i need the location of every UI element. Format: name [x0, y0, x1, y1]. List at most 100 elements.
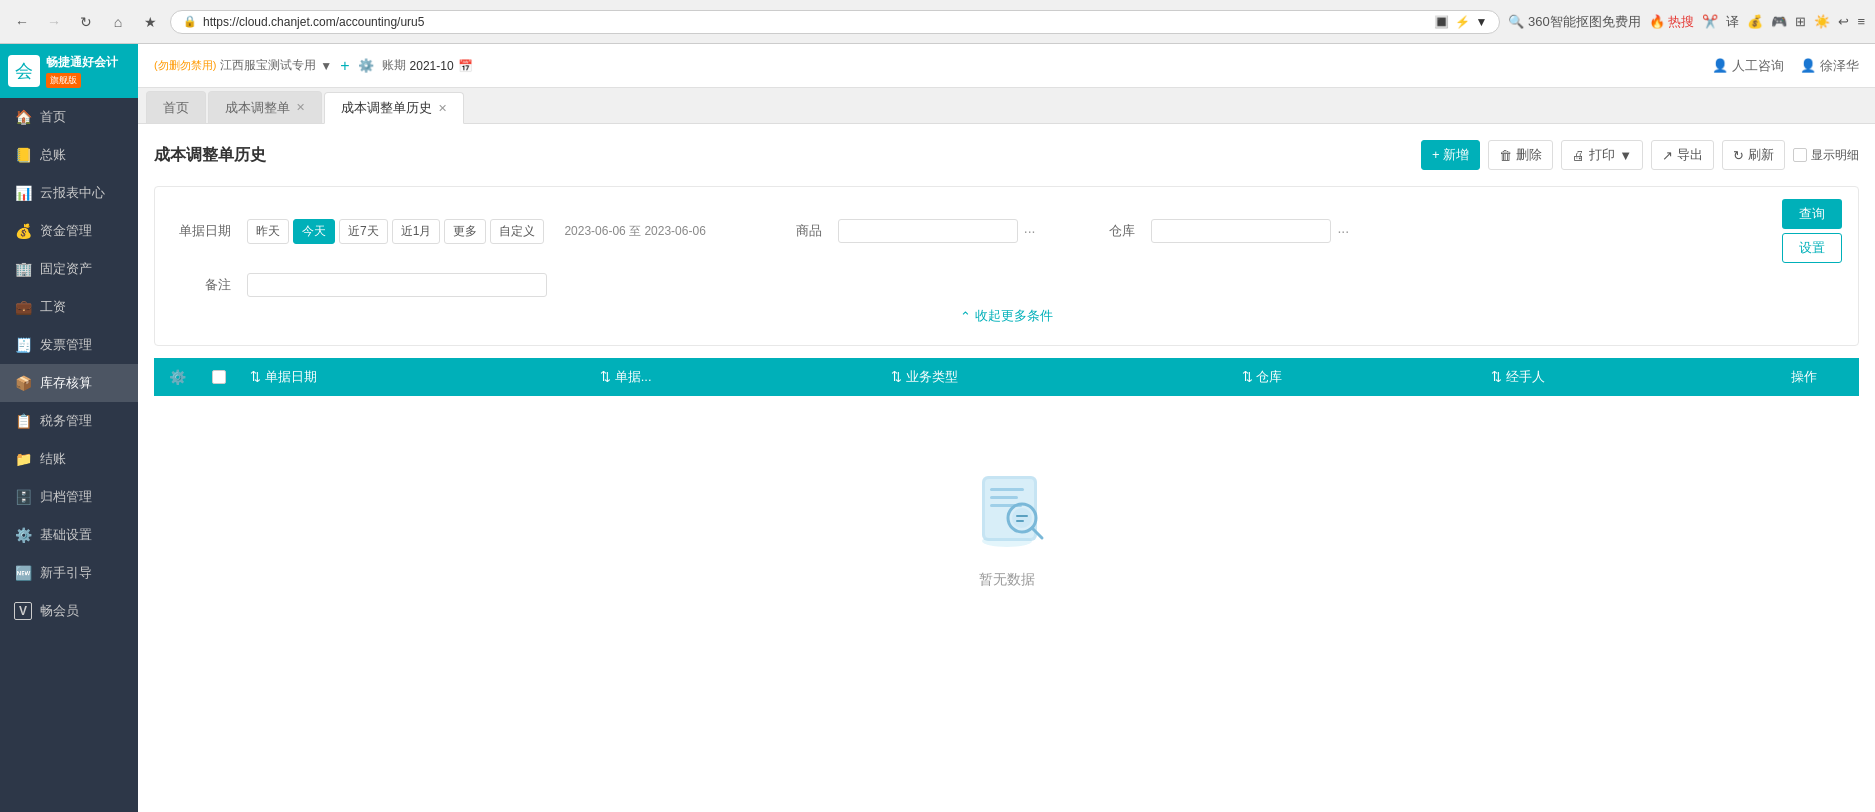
company-selector[interactable]: (勿删勿禁用) 江西服宝测试专用 ▼ — [154, 57, 332, 74]
tab-label: 成本调整单 — [225, 99, 290, 117]
url-bar[interactable]: 🔒 https://cloud.chanjet.com/accounting/u… — [170, 10, 1500, 34]
sidebar-item-ledger[interactable]: 📒 总账 — [0, 136, 138, 174]
ledger-icon: 📒 — [14, 147, 32, 163]
sidebar-item-accounts[interactable]: 📁 结账 — [0, 440, 138, 478]
query-btn[interactable]: 查询 — [1782, 199, 1842, 229]
print-btn[interactable]: 🖨 打印 ▼ — [1561, 140, 1643, 170]
undo-tool[interactable]: ↩ — [1838, 14, 1849, 29]
user-info[interactable]: 👤 徐泽华 — [1800, 57, 1859, 75]
select-all-checkbox[interactable] — [212, 370, 226, 384]
sidebar-item-guide[interactable]: 🆕 新手引导 — [0, 554, 138, 592]
th-type: ⇅ 业务类型 — [879, 358, 1229, 396]
today-btn[interactable]: 今天 — [293, 219, 335, 244]
sidebar-item-label: 库存核算 — [40, 374, 92, 392]
settings-gear-icon[interactable]: ⚙️ — [358, 58, 374, 73]
collapse-up-icon: ⌃ — [960, 309, 971, 324]
goods-input[interactable] — [838, 219, 1018, 243]
delete-btn[interactable]: 🗑 删除 — [1488, 140, 1553, 170]
sidebar-item-settings[interactable]: ⚙️ 基础设置 — [0, 516, 138, 554]
main-content: (勿删勿禁用) 江西服宝测试专用 ▼ + ⚙️ 账期 2021-10 📅 👤 人… — [138, 44, 1875, 812]
column-settings-icon[interactable]: ⚙️ — [166, 366, 188, 388]
empty-illustration — [957, 456, 1057, 559]
company-dropdown-icon: ▼ — [320, 59, 332, 73]
wallet-tool[interactable]: 💰 — [1747, 14, 1763, 29]
member-icon: V — [14, 602, 32, 620]
export-btn[interactable]: ↗ 导出 — [1651, 140, 1714, 170]
sidebar-item-funds[interactable]: 💰 资金管理 — [0, 212, 138, 250]
goods-more-btn[interactable]: ··· — [1020, 223, 1040, 239]
7days-btn[interactable]: 近7天 — [339, 219, 388, 244]
game-tool[interactable]: 🎮 — [1771, 14, 1787, 29]
sidebar-item-invoices[interactable]: 🧾 发票管理 — [0, 326, 138, 364]
setup-btn[interactable]: 设置 — [1782, 233, 1842, 263]
reload-btn[interactable]: ↻ — [74, 10, 98, 34]
hot-search[interactable]: 🔥 热搜 — [1649, 13, 1695, 31]
tab-close-btn[interactable]: ✕ — [296, 101, 305, 114]
more-btn[interactable]: 更多 — [444, 219, 486, 244]
svg-rect-4 — [990, 496, 1018, 499]
empty-text: 暂无数据 — [979, 571, 1035, 589]
sidebar-item-home[interactable]: 🏠 首页 — [0, 98, 138, 136]
sidebar-item-member[interactable]: V 畅会员 — [0, 592, 138, 630]
add-company-btn[interactable]: + — [340, 57, 349, 75]
back-btn[interactable]: ← — [10, 10, 34, 34]
warehouse-input[interactable] — [1151, 219, 1331, 243]
sidebar-item-archive[interactable]: 🗄️ 归档管理 — [0, 478, 138, 516]
period-label: 账期 — [382, 57, 406, 74]
collapse-section: ⌃ 收起更多条件 — [171, 307, 1842, 325]
th-checkbox — [200, 358, 238, 396]
th-handler-label: ⇅ 经手人 — [1491, 369, 1545, 384]
dropdown-icon: 🔳 — [1434, 15, 1449, 29]
sidebar-item-label: 首页 — [40, 108, 66, 126]
th-warehouse: ⇅ 仓库 — [1230, 358, 1480, 396]
guide-icon: 🆕 — [14, 565, 32, 581]
checkbox-all[interactable] — [212, 370, 226, 384]
custom-btn[interactable]: 自定义 — [490, 219, 544, 244]
warehouse-more-btn[interactable]: ··· — [1333, 223, 1353, 239]
tab-cost-adjust-history[interactable]: 成本调整单历史 ✕ — [324, 92, 464, 124]
apps-tool[interactable]: ⊞ — [1795, 14, 1806, 29]
tab-cost-adjust[interactable]: 成本调整单 ✕ — [208, 91, 322, 123]
svg-rect-3 — [990, 488, 1024, 491]
theme-tool[interactable]: ☀️ — [1814, 14, 1830, 29]
translate-tool[interactable]: 译 — [1726, 13, 1739, 31]
sidebar-item-fixed-assets[interactable]: 🏢 固定资产 — [0, 250, 138, 288]
app-wrapper: 会 畅捷通好会计 旗舰版 🏠 首页 📒 总账 📊 云报表中心 — [0, 44, 1875, 812]
export-icon: ↗ — [1662, 148, 1673, 163]
sidebar-item-salary[interactable]: 💼 工资 — [0, 288, 138, 326]
home-btn[interactable]: ⌂ — [106, 10, 130, 34]
scissors-tool[interactable]: ✂️ — [1702, 14, 1718, 29]
new-btn[interactable]: + 新增 — [1421, 140, 1480, 170]
refresh-label: 刷新 — [1748, 146, 1774, 164]
sidebar-item-label: 结账 — [40, 450, 66, 468]
consult-btn[interactable]: 👤 人工咨询 — [1712, 57, 1784, 75]
goods-filter-label: 商品 — [762, 222, 822, 240]
tab-label: 成本调整单历史 — [341, 99, 432, 117]
url-text: https://cloud.chanjet.com/accounting/uru… — [203, 15, 1428, 29]
1month-btn[interactable]: 近1月 — [392, 219, 441, 244]
sidebar-item-inventory[interactable]: 📦 库存核算 — [0, 364, 138, 402]
menu-tool[interactable]: ≡ — [1857, 14, 1865, 29]
chevron-down-icon: ▼ — [1476, 15, 1488, 29]
search-tool[interactable]: 🔍 360智能抠图免费用 — [1508, 13, 1640, 31]
collapse-label: 收起更多条件 — [975, 307, 1053, 325]
bookmark-btn[interactable]: ★ — [138, 10, 162, 34]
sidebar-item-label: 发票管理 — [40, 336, 92, 354]
warehouse-filter-group: ··· — [1151, 219, 1353, 243]
logo-badge: 旗舰版 — [46, 73, 81, 88]
invoices-icon: 🧾 — [14, 337, 32, 353]
tab-home[interactable]: 首页 — [146, 91, 206, 123]
calendar-icon[interactable]: 📅 — [458, 59, 473, 73]
lightning-icon: ⚡ — [1455, 15, 1470, 29]
refresh-btn[interactable]: ↻ 刷新 — [1722, 140, 1785, 170]
note-input[interactable] — [247, 273, 547, 297]
sidebar-item-reports[interactable]: 📊 云报表中心 — [0, 174, 138, 212]
display-cols-toggle[interactable]: 显示明细 — [1793, 147, 1859, 164]
tab-close-btn[interactable]: ✕ — [438, 102, 447, 115]
yesterday-btn[interactable]: 昨天 — [247, 219, 289, 244]
svg-rect-2 — [985, 479, 1034, 538]
forward-btn[interactable]: → — [42, 10, 66, 34]
query-setup-group: 查询 设置 — [1782, 199, 1842, 263]
collapse-btn[interactable]: ⌃ 收起更多条件 — [960, 307, 1053, 325]
sidebar-item-tax[interactable]: 📋 税务管理 — [0, 402, 138, 440]
